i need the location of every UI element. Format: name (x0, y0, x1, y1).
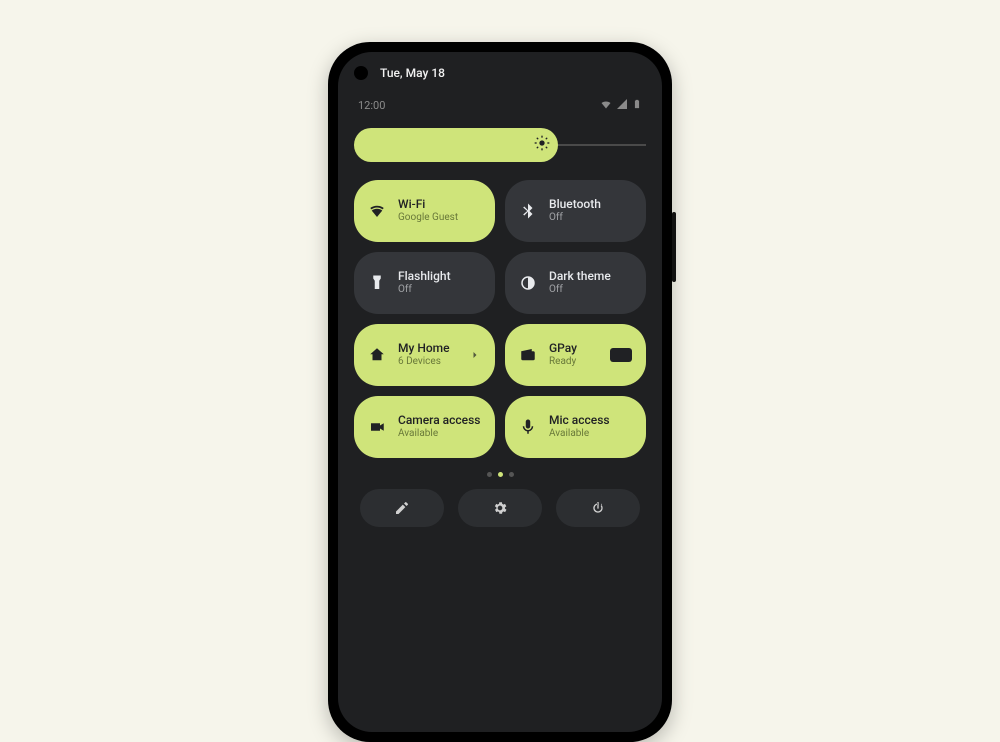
tile-title: Wi-Fi (398, 198, 458, 212)
edit-button[interactable] (360, 489, 444, 527)
dark-theme-icon (519, 274, 537, 292)
signal-status-icon (616, 98, 628, 113)
status-time: 12:00 (358, 99, 385, 112)
status-bar: 12:00 (338, 98, 662, 113)
tile-title: Bluetooth (549, 198, 601, 212)
brightness-icon (534, 135, 550, 155)
tile-title: My Home (398, 342, 450, 356)
tile-title: Flashlight (398, 270, 451, 284)
wallet-icon (519, 346, 537, 364)
quick-settings-tiles: Wi-Fi Google Guest Bluetooth Off (354, 180, 646, 458)
wifi-status-icon (600, 98, 612, 113)
page-indicator (354, 472, 646, 477)
chevron-right-icon (469, 346, 481, 365)
tile-mic-access[interactable]: Mic access Available (505, 396, 646, 458)
tile-subtitle: 6 Devices (398, 356, 450, 368)
tile-title: GPay (549, 342, 577, 356)
tile-flashlight[interactable]: Flashlight Off (354, 252, 495, 314)
tile-title: Dark theme (549, 270, 611, 284)
pager-dot-active (498, 472, 503, 477)
tile-title: Mic access (549, 414, 610, 428)
tile-subtitle: Off (398, 284, 451, 296)
phone-frame: Tue, May 18 12:00 (328, 42, 672, 742)
tile-dark-theme[interactable]: Dark theme Off (505, 252, 646, 314)
brightness-fill (354, 128, 558, 162)
power-button[interactable] (556, 489, 640, 527)
wifi-icon (368, 202, 386, 220)
mic-icon (519, 418, 537, 436)
pager-dot (509, 472, 514, 477)
tile-subtitle: Off (549, 284, 611, 296)
card-icon (610, 348, 632, 362)
brightness-slider[interactable] (354, 128, 646, 162)
side-button (672, 212, 676, 282)
pager-dot (487, 472, 492, 477)
bluetooth-icon (519, 202, 537, 220)
camera-hole (354, 66, 368, 80)
tile-home[interactable]: My Home 6 Devices (354, 324, 495, 386)
tile-subtitle: Off (549, 212, 601, 224)
home-icon (368, 346, 386, 364)
tile-title: Camera access (398, 414, 480, 428)
status-date: Tue, May 18 (380, 66, 445, 80)
tile-subtitle: Available (398, 428, 480, 440)
camera-icon (368, 418, 386, 436)
flashlight-icon (368, 274, 386, 292)
battery-status-icon (632, 98, 642, 113)
tile-subtitle: Available (549, 428, 610, 440)
tile-gpay[interactable]: GPay Ready (505, 324, 646, 386)
tile-subtitle: Ready (549, 356, 577, 368)
tile-camera-access[interactable]: Camera access Available (354, 396, 495, 458)
settings-button[interactable] (458, 489, 542, 527)
bottom-actions (354, 489, 646, 527)
tile-wifi[interactable]: Wi-Fi Google Guest (354, 180, 495, 242)
tile-bluetooth[interactable]: Bluetooth Off (505, 180, 646, 242)
tile-subtitle: Google Guest (398, 212, 458, 224)
screen: Tue, May 18 12:00 (338, 52, 662, 732)
